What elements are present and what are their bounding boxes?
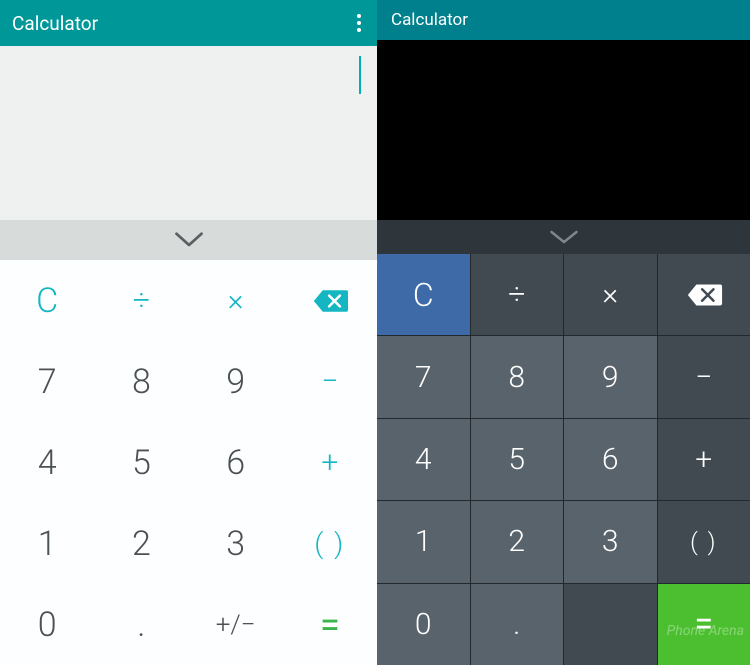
- digit-7-button[interactable]: 7: [377, 336, 470, 417]
- sign-toggle-button[interactable]: +/−: [189, 584, 283, 665]
- digit-0-button[interactable]: 0: [377, 584, 470, 665]
- digit-9-button[interactable]: 9: [564, 336, 657, 417]
- app-header-light: Calculator: [0, 0, 377, 46]
- digit-9-button[interactable]: 9: [189, 341, 283, 422]
- chevron-down-icon: [174, 231, 204, 249]
- clear-button[interactable]: C: [377, 254, 470, 335]
- digit-8-button[interactable]: 8: [94, 341, 188, 422]
- clear-button[interactable]: C: [0, 260, 94, 341]
- calculator-light: Calculator C ÷ × 7 8 9 − 4 5 6 + 1 2: [0, 0, 377, 665]
- display-area-light[interactable]: [0, 46, 377, 220]
- decimal-button[interactable]: .: [94, 584, 188, 665]
- equals-button[interactable]: =: [283, 584, 377, 665]
- digit-6-button[interactable]: 6: [564, 419, 657, 500]
- expand-panel-button[interactable]: [377, 220, 750, 254]
- backspace-icon: [312, 287, 348, 315]
- digit-3-button[interactable]: 3: [189, 503, 283, 584]
- expand-panel-button[interactable]: [0, 220, 377, 260]
- parentheses-button[interactable]: ( ): [283, 503, 377, 584]
- keypad-dark: C ÷ × 7 8 9 − 4 5 6 + 1 2 3 ( ) 0 . =: [377, 254, 750, 665]
- blank-key[interactable]: [564, 584, 657, 665]
- multiply-button[interactable]: ×: [564, 254, 657, 335]
- overflow-menu-icon[interactable]: [353, 14, 365, 32]
- digit-0-button[interactable]: 0: [0, 584, 94, 665]
- text-cursor: [359, 56, 361, 94]
- decimal-button[interactable]: .: [471, 584, 564, 665]
- multiply-button[interactable]: ×: [189, 260, 283, 341]
- keypad-light: C ÷ × 7 8 9 − 4 5 6 + 1 2 3 ( ) 0 . +/− …: [0, 260, 377, 665]
- digit-2-button[interactable]: 2: [94, 503, 188, 584]
- parentheses-button[interactable]: ( ): [658, 501, 750, 582]
- divide-button[interactable]: ÷: [94, 260, 188, 341]
- backspace-button[interactable]: [658, 254, 750, 335]
- digit-4-button[interactable]: 4: [0, 422, 94, 503]
- digit-7-button[interactable]: 7: [0, 341, 94, 422]
- digit-3-button[interactable]: 3: [564, 501, 657, 582]
- digit-8-button[interactable]: 8: [471, 336, 564, 417]
- minus-button[interactable]: −: [658, 336, 750, 417]
- backspace-icon: [685, 282, 723, 308]
- plus-button[interactable]: +: [658, 419, 750, 500]
- divide-button[interactable]: ÷: [471, 254, 564, 335]
- minus-button[interactable]: −: [283, 341, 377, 422]
- digit-5-button[interactable]: 5: [94, 422, 188, 503]
- digit-1-button[interactable]: 1: [0, 503, 94, 584]
- digit-6-button[interactable]: 6: [189, 422, 283, 503]
- digit-1-button[interactable]: 1: [377, 501, 470, 582]
- backspace-button[interactable]: [283, 260, 377, 341]
- digit-4-button[interactable]: 4: [377, 419, 470, 500]
- app-header-dark: Calculator: [377, 0, 750, 40]
- equals-button[interactable]: =: [658, 584, 750, 665]
- display-area-dark[interactable]: [377, 40, 750, 220]
- app-title: Calculator: [391, 10, 468, 30]
- calculator-dark: Calculator C ÷ × 7 8 9 − 4 5 6 + 1 2 3 (…: [377, 0, 750, 665]
- digit-5-button[interactable]: 5: [471, 419, 564, 500]
- chevron-down-icon: [549, 228, 579, 246]
- app-title: Calculator: [12, 12, 98, 35]
- digit-2-button[interactable]: 2: [471, 501, 564, 582]
- plus-button[interactable]: +: [283, 422, 377, 503]
